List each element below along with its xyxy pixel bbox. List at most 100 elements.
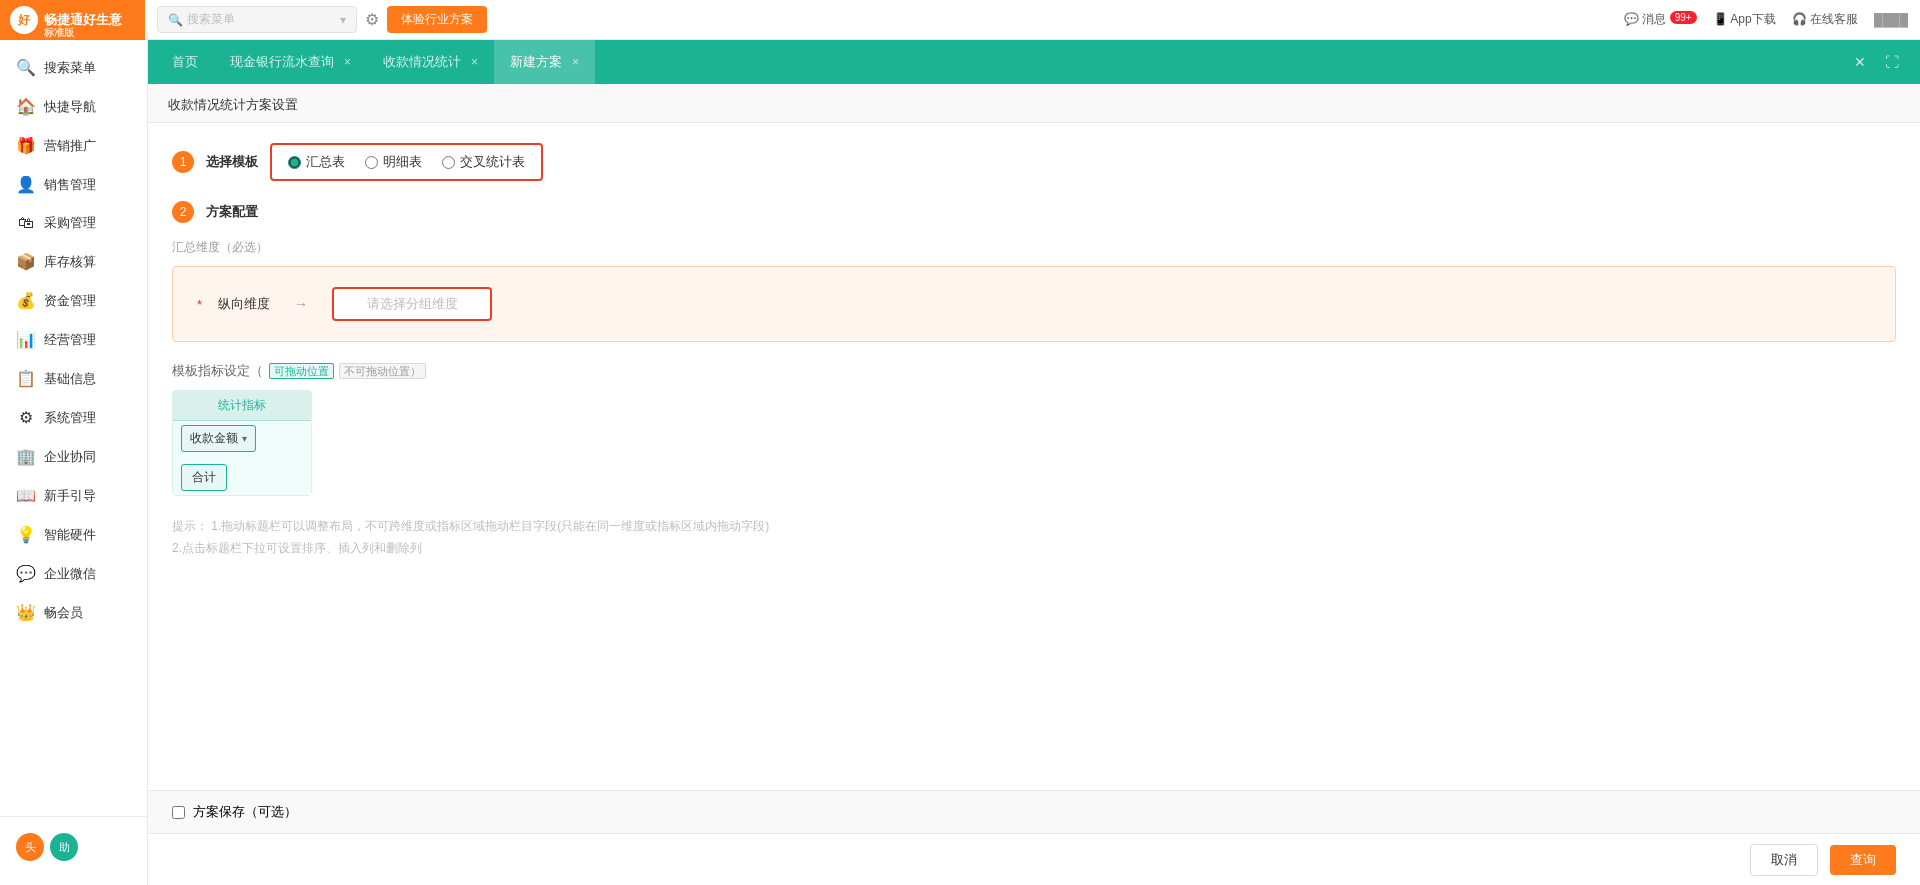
cancel-button[interactable]: 取消: [1750, 844, 1818, 876]
subtag-row: 合计: [173, 456, 311, 495]
logo-icon: 好: [10, 6, 38, 34]
radio-crosstab-label: 交叉统计表: [460, 153, 525, 171]
gear-icon[interactable]: ⚙: [365, 10, 379, 29]
search-placeholder: 搜索菜单: [187, 11, 235, 28]
step1-badge: 1: [172, 151, 194, 173]
sidebar-item-label: 资金管理: [44, 292, 96, 310]
tab-new-plan-label: 新建方案: [510, 53, 562, 71]
sidebar-item-finance[interactable]: 💰 资金管理: [0, 281, 147, 320]
operation-icon: 📊: [16, 330, 36, 349]
close-window-btn[interactable]: ✕: [1848, 50, 1872, 74]
radio-detail-input[interactable]: [365, 156, 378, 169]
tab-new-plan[interactable]: 新建方案 ×: [494, 40, 595, 84]
sidebar-item-label: 快捷导航: [44, 98, 96, 116]
sidebar-item-inventory[interactable]: 📦 库存核算: [0, 242, 147, 281]
dimension-section-title: 汇总维度（必选）: [172, 239, 1896, 256]
non-draggable-badge: 不可拖动位置）: [339, 363, 426, 379]
arrow-separator: →: [294, 296, 308, 312]
sidebar-item-search-menu[interactable]: 🔍 搜索菜单: [0, 48, 147, 87]
sidebar-item-label: 基础信息: [44, 370, 96, 388]
edition-label: 标准版: [44, 26, 74, 40]
sidebar-item-sales[interactable]: 👤 销售管理: [0, 165, 147, 204]
tab-home[interactable]: 首页: [156, 40, 214, 84]
sidebar-item-label: 经营管理: [44, 331, 96, 349]
sidebar-item-label: 新手引导: [44, 487, 96, 505]
industry-btn[interactable]: 体验行业方案: [387, 6, 487, 33]
amount-tag[interactable]: 收款金额 ▾: [181, 425, 256, 452]
metrics-section: 模板指标设定（ 可拖动位置 不可拖动位置） 统计指标: [172, 362, 1896, 496]
logo-area: 好 畅捷通好生意 标准版: [0, 0, 145, 40]
member-icon: 👑: [16, 603, 36, 622]
save-label: 方案保存（可选）: [193, 803, 297, 821]
sidebar-item-guide[interactable]: 📖 新手引导: [0, 476, 147, 515]
sidebar-item-label: 库存核算: [44, 253, 96, 271]
user-name: ████: [1874, 13, 1908, 27]
sidebar-item-label: 搜索菜单: [44, 59, 96, 77]
sidebar-item-label: 企业协同: [44, 448, 96, 466]
save-checkbox[interactable]: [172, 806, 185, 819]
hints-section: 提示： 1.拖动标题栏可以调整布局，不可跨维度或指标区域拖动栏目字段(只能在同一…: [172, 516, 1896, 559]
radio-crosstab-input[interactable]: [442, 156, 455, 169]
smart-hw-icon: 💡: [16, 525, 36, 544]
tab-bank-flow-close[interactable]: ×: [344, 55, 351, 69]
radio-summary[interactable]: 汇总表: [288, 153, 345, 171]
sidebar-item-label: 企业微信: [44, 565, 96, 583]
sidebar-item-wechat[interactable]: 💬 企业微信: [0, 554, 147, 593]
tab-home-label: 首页: [172, 53, 198, 71]
marketing-icon: 🎁: [16, 136, 36, 155]
step1-label: 选择模板: [206, 153, 258, 171]
maximize-window-btn[interactable]: ⛶: [1880, 50, 1904, 74]
total-subtag: 合计: [181, 464, 227, 491]
radio-summary-input[interactable]: [288, 156, 301, 169]
tab-collection-stat[interactable]: 收款情况统计 ×: [367, 40, 494, 84]
sidebar-item-purchase[interactable]: 🛍 采购管理: [0, 204, 147, 242]
dimension-area: * 纵向维度 → 请选择分组维度: [172, 266, 1896, 342]
metrics-setting-label: 模板指标设定（ 可拖动位置 不可拖动位置）: [172, 362, 1896, 380]
message-btn[interactable]: 💬 消息 99+: [1624, 11, 1697, 28]
sidebar-item-label: 销售管理: [44, 176, 96, 194]
home-icon: 🏠: [16, 97, 36, 116]
sidebar-item-label: 采购管理: [44, 214, 96, 232]
service-btn[interactable]: 🎧 在线客服: [1792, 11, 1858, 28]
sidebar-item-label: 系统管理: [44, 409, 96, 427]
footer-bar: 取消 查询: [148, 833, 1920, 885]
radio-detail[interactable]: 明细表: [365, 153, 422, 171]
tab-bank-flow[interactable]: 现金银行流水查询 ×: [214, 40, 367, 84]
sidebar-item-basic-info[interactable]: 📋 基础信息: [0, 359, 147, 398]
sidebar-item-operation[interactable]: 📊 经营管理: [0, 320, 147, 359]
radio-crosstab[interactable]: 交叉统计表: [442, 153, 525, 171]
avatar2: 助: [50, 833, 78, 861]
step2-badge: 2: [172, 201, 194, 223]
stat-label: 统计指标: [173, 391, 311, 421]
message-badge: 99+: [1670, 11, 1697, 24]
step2-label: 方案配置: [206, 203, 258, 221]
sidebar-item-label: 营销推广: [44, 137, 96, 155]
sidebar-item-member[interactable]: 👑 畅会员: [0, 593, 147, 632]
avatar: 头: [16, 833, 44, 861]
purchase-icon: 🛍: [16, 214, 36, 232]
enterprise-icon: 🏢: [16, 447, 36, 466]
sidebar-item-marketing[interactable]: 🎁 营销推广: [0, 126, 147, 165]
sidebar-item-system[interactable]: ⚙ 系统管理: [0, 398, 147, 437]
search-box[interactable]: 🔍 搜索菜单 ▾: [157, 6, 357, 33]
sidebar-item-quick-nav[interactable]: 🏠 快捷导航: [0, 87, 147, 126]
tab-bank-flow-label: 现金银行流水查询: [230, 53, 334, 71]
query-button[interactable]: 查询: [1830, 845, 1896, 875]
hint-2: 2.点击标题栏下拉可设置排序、插入列和删除列: [172, 538, 1896, 560]
page-title: 收款情况统计方案设置: [148, 84, 1920, 123]
sidebar-item-enterprise[interactable]: 🏢 企业协同: [0, 437, 147, 476]
metrics-tag-row: 收款金额 ▾: [173, 421, 311, 456]
select-dimension-btn[interactable]: 请选择分组维度: [332, 287, 492, 321]
sidebar-item-smart-hw[interactable]: 💡 智能硬件: [0, 515, 147, 554]
sales-icon: 👤: [16, 175, 36, 194]
required-star: *: [197, 297, 202, 312]
sidebar-avatar-area[interactable]: 头 助: [0, 825, 147, 869]
tab-collection-stat-label: 收款情况统计: [383, 53, 461, 71]
vertical-dim-label: 纵向维度: [218, 295, 270, 313]
search-menu-icon: 🔍: [16, 58, 36, 77]
metrics-table: 统计指标 收款金额 ▾ 合计: [172, 390, 312, 496]
template-selection-box: 汇总表 明细表 交叉统计表: [270, 143, 543, 181]
tab-collection-stat-close[interactable]: ×: [471, 55, 478, 69]
download-btn[interactable]: 📱 App下载: [1713, 11, 1776, 28]
tab-new-plan-close[interactable]: ×: [572, 55, 579, 69]
